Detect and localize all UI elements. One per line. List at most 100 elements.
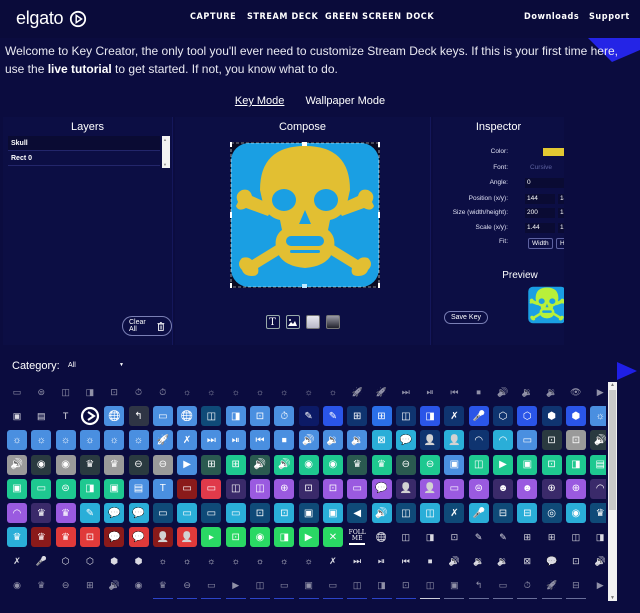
nav-downloads[interactable]: Downloads — [524, 12, 579, 22]
icon-tile[interactable]: ⏱ — [517, 576, 537, 596]
icon-tile[interactable]: ☼ — [590, 406, 606, 427]
category-select[interactable]: All ▼ — [68, 362, 124, 369]
icon-tile[interactable]: ☼ — [104, 430, 125, 451]
icon-tile[interactable]: ☼ — [177, 382, 197, 402]
icon-tile[interactable]: ☼ — [299, 382, 319, 402]
icon-tile[interactable]: ◨ — [420, 527, 440, 547]
icon-tile[interactable]: ▶ — [590, 576, 606, 596]
icon-tile[interactable]: ▤ — [31, 406, 51, 426]
icon-tile[interactable]: ⊖ — [56, 576, 76, 596]
icon-tile[interactable]: ◫ — [396, 527, 416, 547]
icon-tile[interactable]: ▣ — [7, 478, 27, 499]
icon-tile[interactable]: ⏱ — [274, 406, 295, 427]
icon-tile[interactable]: ♛ — [79, 454, 100, 475]
icon-tile[interactable]: 🔉 — [347, 430, 368, 451]
icon-tile[interactable]: ▭ — [274, 576, 294, 596]
icon-tile[interactable]: ☻ — [493, 478, 513, 499]
icon-tile[interactable]: ◉ — [298, 454, 319, 475]
icon-tile[interactable]: ▤ — [128, 478, 149, 499]
icon-tile[interactable]: ◫ — [56, 382, 76, 402]
icon-tile[interactable]: ✎ — [469, 527, 489, 547]
icon-tile[interactable]: ☻ — [517, 478, 538, 499]
icon-tile[interactable]: ◀ — [347, 503, 368, 523]
icon-tile[interactable]: ✗ — [7, 551, 27, 571]
icon-tile[interactable]: ◠ — [468, 430, 489, 451]
icon-tile[interactable]: 🔉 — [542, 382, 562, 402]
icon-tile[interactable]: ⊠ — [517, 551, 537, 571]
icon-tile[interactable]: ◉ — [250, 527, 270, 548]
icon-tile[interactable]: ⊖ — [152, 454, 173, 475]
icon-tile[interactable]: ☼ — [250, 551, 270, 571]
icon-tile[interactable]: ♛ — [55, 527, 76, 548]
icon-tile[interactable]: ⊞ — [347, 406, 368, 427]
tab-key-mode[interactable]: Key Mode — [235, 95, 285, 107]
icon-tile[interactable]: ⏱ — [153, 382, 173, 402]
icon-tile[interactable]: ♛ — [55, 503, 76, 523]
icon-tile[interactable]: ♛ — [7, 527, 27, 548]
icon-tile[interactable]: ↰ — [128, 406, 149, 427]
icon-tile[interactable]: 👤 — [420, 478, 441, 499]
icon-tile[interactable]: ▣ — [517, 454, 538, 475]
icon-tile[interactable]: ♛ — [371, 454, 392, 475]
icon-tile[interactable]: ⊟ — [517, 503, 538, 523]
icon-tile[interactable]: ☼ — [31, 430, 52, 451]
icon-tile[interactable]: ⊖ — [395, 454, 416, 475]
icon-tile[interactable]: ◨ — [590, 527, 606, 547]
icon-tile[interactable]: ⬡ — [56, 551, 76, 571]
icon-tile[interactable]: ⊜ — [468, 478, 489, 499]
resize-handle-bl[interactable] — [229, 283, 232, 289]
icon-tile[interactable]: 🔉 — [517, 382, 537, 402]
light-background-button[interactable] — [305, 315, 320, 329]
icon-tile[interactable]: ▭ — [201, 478, 222, 499]
live-tutorial-link[interactable]: live tutorial — [48, 62, 112, 76]
icon-tile[interactable]: ◨ — [274, 527, 295, 548]
icon-tile[interactable]: 👤 — [177, 527, 198, 548]
icon-tile[interactable]: 🔊 — [7, 454, 27, 475]
icon-tile[interactable]: 🌐 — [104, 406, 125, 427]
icon-tile[interactable]: ⊡ — [298, 478, 319, 499]
icon-tile[interactable]: 💬 — [104, 503, 125, 523]
nav-capture[interactable]: CAPTURE — [190, 12, 236, 22]
icon-tile[interactable]: 🚀 — [372, 382, 392, 402]
icon-tile[interactable]: ⏮ — [250, 430, 270, 451]
icon-tile[interactable]: ⊡ — [444, 527, 464, 547]
icon-tile[interactable]: ◫ — [420, 503, 441, 523]
icon-tile[interactable]: ☼ — [226, 551, 246, 571]
icon-tile[interactable]: ▭ — [225, 503, 246, 523]
icon-tile[interactable]: 👤 — [420, 430, 441, 451]
position-x-input[interactable]: 144 — [525, 194, 555, 204]
icon-tile[interactable]: ◉ — [322, 454, 343, 475]
icon-tile[interactable]: ♛ — [31, 527, 52, 548]
icon-tile[interactable]: 💬 — [371, 478, 392, 499]
icon-tile[interactable]: ♛ — [104, 454, 125, 475]
icon-tile[interactable]: ◨ — [372, 576, 392, 596]
icon-tile[interactable]: 🎤 — [468, 503, 489, 523]
icon-tile[interactable]: ⏮ — [444, 382, 464, 402]
icon-tile[interactable]: ◠ — [493, 430, 513, 451]
icon-tile[interactable]: ⏯ — [372, 551, 392, 571]
resize-handle-tr[interactable] — [378, 141, 381, 147]
icon-tile[interactable]: ⊡ — [274, 503, 295, 523]
resize-handle-right[interactable] — [378, 212, 381, 218]
icon-tile[interactable]: 🔊 — [250, 454, 270, 475]
icon-tile[interactable]: ▣ — [7, 406, 27, 426]
icon-tile[interactable]: ⏭ — [201, 430, 222, 451]
icon-tile[interactable]: 💬 — [104, 527, 125, 548]
icon-tile[interactable]: ▶ — [590, 382, 606, 402]
layer-list-scrollbar[interactable] — [162, 136, 170, 168]
icon-tile[interactable]: ⊡ — [225, 527, 246, 548]
scroll-up-icon[interactable]: ▲ — [610, 382, 615, 388]
elgato-logo[interactable]: elgato — [16, 8, 87, 29]
icon-tile[interactable]: ◉ — [7, 576, 27, 596]
compose-canvas[interactable] — [229, 141, 381, 289]
icon-tile[interactable]: ☼ — [323, 382, 343, 402]
icon-tile[interactable]: 🔉 — [469, 551, 489, 571]
icon-tile[interactable]: ♛ — [153, 576, 173, 596]
icon-tile[interactable]: ⊡ — [396, 576, 416, 596]
icon-tile[interactable]: ✎ — [493, 527, 513, 547]
icon-tile[interactable]: ✗ — [323, 551, 343, 571]
icon-tile[interactable]: ▶ — [493, 454, 513, 475]
icon-tile[interactable]: ⊞ — [371, 406, 392, 427]
icon-tile[interactable]: 🌐 — [372, 527, 392, 547]
icon-grid-scrollbar[interactable]: ▲ ▼ — [608, 382, 617, 601]
